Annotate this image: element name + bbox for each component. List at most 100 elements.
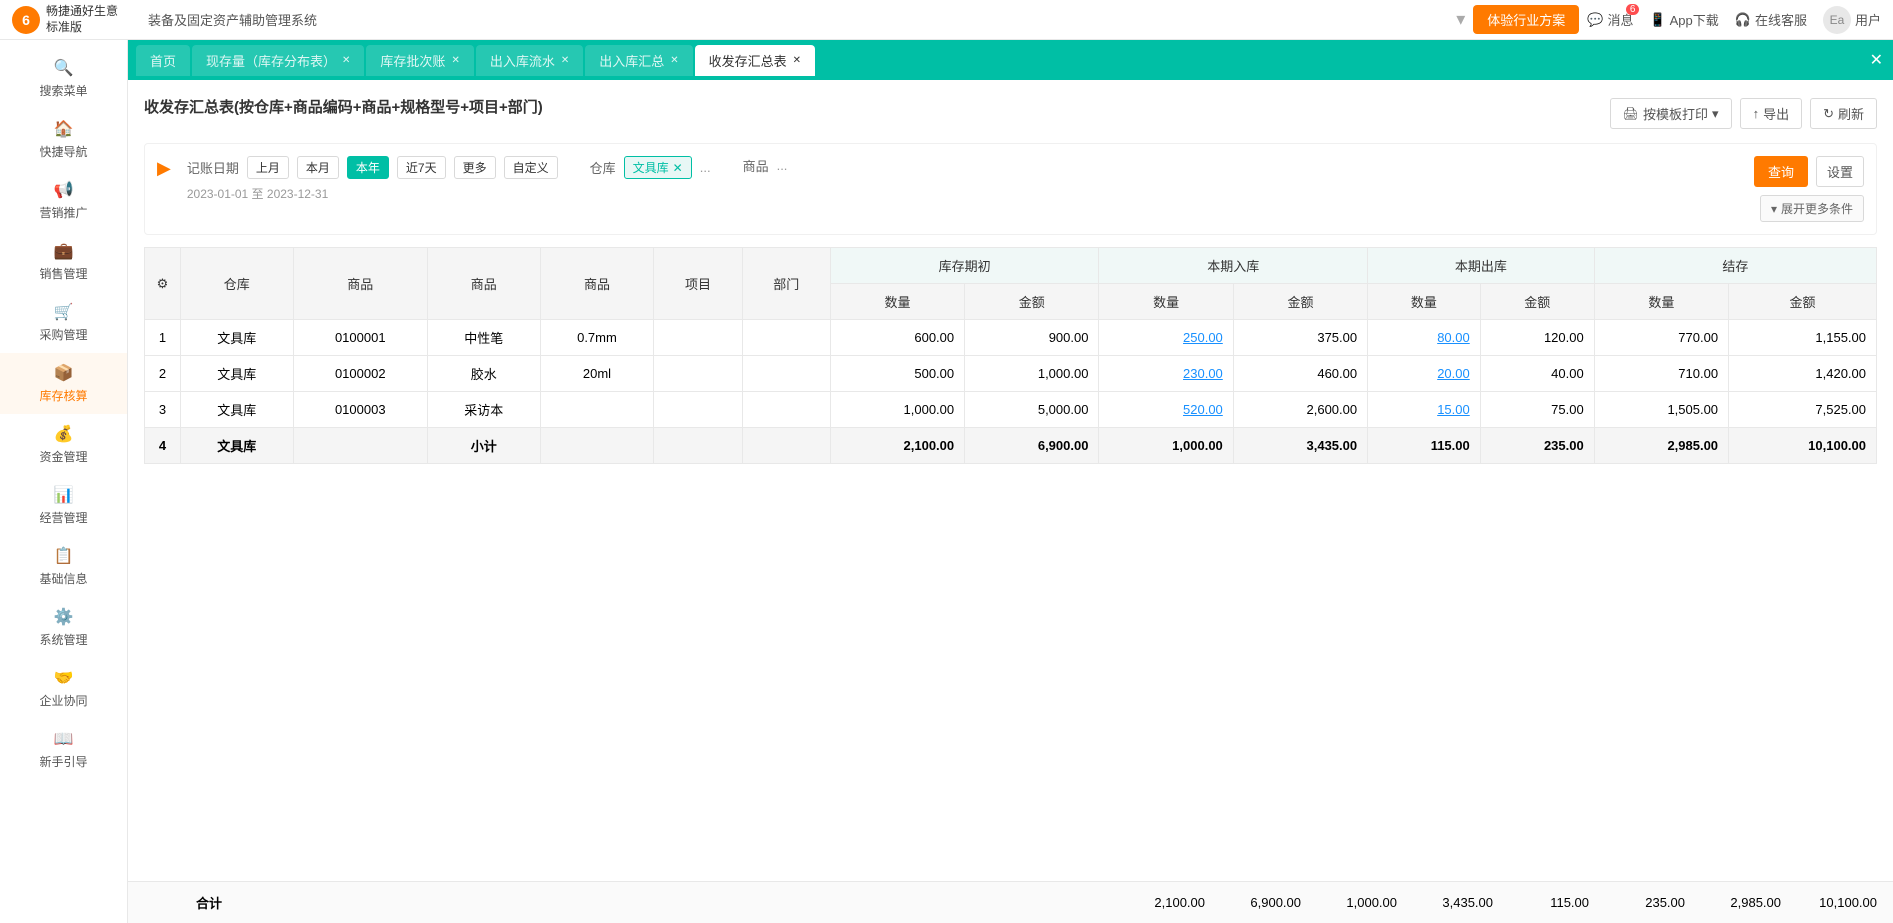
top-actions: 💬 消息 6 📱 App下载 🎧 在线客服 Ea 用户 bbox=[1587, 6, 1881, 34]
tab-close-in-out-flow[interactable]: ✕ bbox=[561, 55, 569, 66]
sidebar-item-finance[interactable]: 💰 资金管理 bbox=[0, 414, 127, 475]
row-bal-qty: 710.00 bbox=[1594, 356, 1728, 392]
home-icon: 🏠 bbox=[54, 119, 74, 139]
top-bar: 6 畅捷通好生意 标准版 装备及固定资产辅助管理系统 ▾ 体验行业方案 💬 消息… bbox=[0, 0, 1893, 40]
row-in-qty[interactable]: 250.00 bbox=[1099, 320, 1233, 356]
row-dept bbox=[742, 428, 830, 464]
row-out-amt: 75.00 bbox=[1480, 392, 1594, 428]
row-init-amt: 1,000.00 bbox=[965, 356, 1099, 392]
sidebar-item-marketing[interactable]: 📢 营销推广 bbox=[0, 170, 127, 231]
col-in-qty: 数量 bbox=[1099, 284, 1233, 320]
footer-in-qty: 1,000.00 bbox=[1317, 895, 1397, 910]
row-out-amt: 120.00 bbox=[1480, 320, 1594, 356]
footer-bal-qty: 2,985.00 bbox=[1701, 895, 1781, 910]
date-btn-custom[interactable]: 自定义 bbox=[504, 156, 558, 179]
row-out-qty[interactable]: 15.00 bbox=[1368, 392, 1481, 428]
date-btn-more[interactable]: 更多 bbox=[454, 156, 496, 179]
export-icon: ↑ bbox=[1753, 106, 1760, 121]
tab-home[interactable]: 首页 bbox=[136, 45, 190, 76]
table-settings-col[interactable]: ⚙ bbox=[145, 248, 181, 320]
sidebar-item-base[interactable]: 📋 基础信息 bbox=[0, 536, 127, 597]
tab-in-out-flow[interactable]: 出入库流水 ✕ bbox=[476, 45, 583, 76]
date-btn-last-month[interactable]: 上月 bbox=[247, 156, 289, 179]
print-button[interactable]: 🖨 按模板打印 ▾ bbox=[1610, 98, 1732, 129]
headset-icon: 🎧 bbox=[1735, 12, 1751, 28]
filter-collapse-icon[interactable]: ▶ bbox=[157, 158, 171, 179]
row-in-qty[interactable]: 520.00 bbox=[1099, 392, 1233, 428]
col-name: 商品 bbox=[427, 248, 540, 320]
sidebar-item-guide[interactable]: 📖 新手引导 bbox=[0, 719, 127, 780]
expand-filter-button[interactable]: ▾ 展开更多条件 bbox=[1760, 195, 1864, 222]
row-bal-amt: 1,420.00 bbox=[1729, 356, 1877, 392]
goods-more-icon[interactable]: ... bbox=[777, 158, 788, 173]
row-spec bbox=[540, 428, 654, 464]
col-group-in: 本期入库 bbox=[1099, 248, 1368, 284]
export-button[interactable]: ↑ 导出 bbox=[1740, 98, 1803, 129]
date-range: 2023-01-01 至 2023-12-31 bbox=[187, 185, 558, 202]
main-layout: 🔍 搜索菜单 🏠 快捷导航 📢 营销推广 💼 销售管理 🛒 采购管理 📦 库存核… bbox=[0, 40, 1893, 923]
try-industry-button[interactable]: 体验行业方案 bbox=[1473, 5, 1579, 34]
close-all-tabs-icon[interactable]: ✕ bbox=[1870, 50, 1883, 70]
row-init-qty: 500.00 bbox=[830, 356, 964, 392]
system-name: 装备及固定资产辅助管理系统 bbox=[148, 10, 1448, 29]
sidebar-item-operations[interactable]: 📊 经营管理 bbox=[0, 475, 127, 536]
row-init-qty: 2,100.00 bbox=[830, 428, 964, 464]
row-out-qty[interactable]: 115.00 bbox=[1368, 428, 1481, 464]
refresh-button[interactable]: ↻ 刷新 bbox=[1810, 98, 1877, 129]
row-no: 4 bbox=[145, 428, 181, 464]
sidebar-item-inventory[interactable]: 📦 库存核算 bbox=[0, 353, 127, 414]
warehouse-label: 仓库 bbox=[590, 158, 616, 177]
sidebar-item-enterprise[interactable]: 🤝 企业协同 bbox=[0, 658, 127, 719]
row-init-amt: 900.00 bbox=[965, 320, 1099, 356]
col-project: 项目 bbox=[654, 248, 742, 320]
sidebar-item-quick-nav[interactable]: 🏠 快捷导航 bbox=[0, 109, 127, 170]
row-bal-amt: 7,525.00 bbox=[1729, 392, 1877, 428]
tab-close-recv-send-summary[interactable]: ✕ bbox=[793, 55, 801, 66]
marketing-icon: 📢 bbox=[54, 180, 74, 200]
message-action[interactable]: 💬 消息 6 bbox=[1587, 10, 1633, 29]
row-in-amt: 375.00 bbox=[1233, 320, 1367, 356]
warehouse-filter: 仓库 文具库 ✕ ... bbox=[590, 156, 711, 179]
row-out-qty[interactable]: 20.00 bbox=[1368, 356, 1481, 392]
warehouse-tag-close-icon[interactable]: ✕ bbox=[673, 161, 683, 175]
row-warehouse: 文具库 bbox=[181, 356, 294, 392]
filter-bar: ▶ 记账日期 上月 本月 本年 近7天 更多 自定义 2023-01-01 至 … bbox=[144, 143, 1877, 235]
row-project bbox=[654, 392, 742, 428]
sidebar-item-search[interactable]: 🔍 搜索菜单 bbox=[0, 48, 127, 109]
row-code: 0100002 bbox=[293, 356, 427, 392]
query-button[interactable]: 查询 bbox=[1754, 156, 1808, 187]
warehouse-more-icon[interactable]: ... bbox=[700, 160, 711, 175]
sidebar-item-sales[interactable]: 💼 销售管理 bbox=[0, 231, 127, 292]
guide-icon: 📖 bbox=[54, 729, 74, 749]
col-out-qty: 数量 bbox=[1368, 284, 1481, 320]
content-area: 首页 现存量（库存分布表） ✕ 库存批次账 ✕ 出入库流水 ✕ 出入库汇总 ✕ … bbox=[128, 40, 1893, 923]
tab-close-batch-ledger[interactable]: ✕ bbox=[451, 55, 459, 66]
sidebar-item-purchase[interactable]: 🛒 采购管理 bbox=[0, 292, 127, 353]
user-action[interactable]: Ea 用户 bbox=[1823, 6, 1881, 34]
avatar: Ea bbox=[1823, 6, 1851, 34]
sidebar: 🔍 搜索菜单 🏠 快捷导航 📢 营销推广 💼 销售管理 🛒 采购管理 📦 库存核… bbox=[0, 40, 128, 923]
tab-in-out-summary[interactable]: 出入库汇总 ✕ bbox=[585, 45, 692, 76]
date-btn-this-month[interactable]: 本月 bbox=[297, 156, 339, 179]
row-out-qty[interactable]: 80.00 bbox=[1368, 320, 1481, 356]
online-service-action[interactable]: 🎧 在线客服 bbox=[1735, 10, 1807, 29]
tab-close-in-out-summary[interactable]: ✕ bbox=[670, 55, 678, 66]
tab-recv-send-summary[interactable]: 收发存汇总表 ✕ bbox=[695, 45, 815, 76]
search-icon: 🔍 bbox=[54, 58, 74, 78]
date-btn-this-year[interactable]: 本年 bbox=[347, 156, 389, 179]
row-name: 胶水 bbox=[427, 356, 540, 392]
app-download-action[interactable]: 📱 App下载 bbox=[1649, 10, 1718, 29]
system-dropdown-icon[interactable]: ▾ bbox=[1456, 9, 1465, 30]
sidebar-item-system[interactable]: ⚙️ 系统管理 bbox=[0, 597, 127, 658]
footer-init-amt: 6,900.00 bbox=[1221, 895, 1301, 910]
tab-inventory-dist[interactable]: 现存量（库存分布表） ✕ bbox=[192, 45, 364, 76]
goods-label: 商品 bbox=[743, 156, 769, 175]
tab-batch-ledger[interactable]: 库存批次账 ✕ bbox=[366, 45, 473, 76]
setting-button[interactable]: 设置 bbox=[1816, 156, 1864, 187]
row-in-qty[interactable]: 1,000.00 bbox=[1099, 428, 1233, 464]
data-table: ⚙ 仓库 商品 商品 商品 项目 部门 库存期初 本期入库 本期出库 结存 数量 bbox=[144, 247, 1877, 464]
tab-close-inventory-dist[interactable]: ✕ bbox=[342, 55, 350, 66]
date-btn-7days[interactable]: 近7天 bbox=[397, 156, 446, 179]
row-in-qty[interactable]: 230.00 bbox=[1099, 356, 1233, 392]
goods-filter: 商品 ... bbox=[743, 156, 788, 175]
